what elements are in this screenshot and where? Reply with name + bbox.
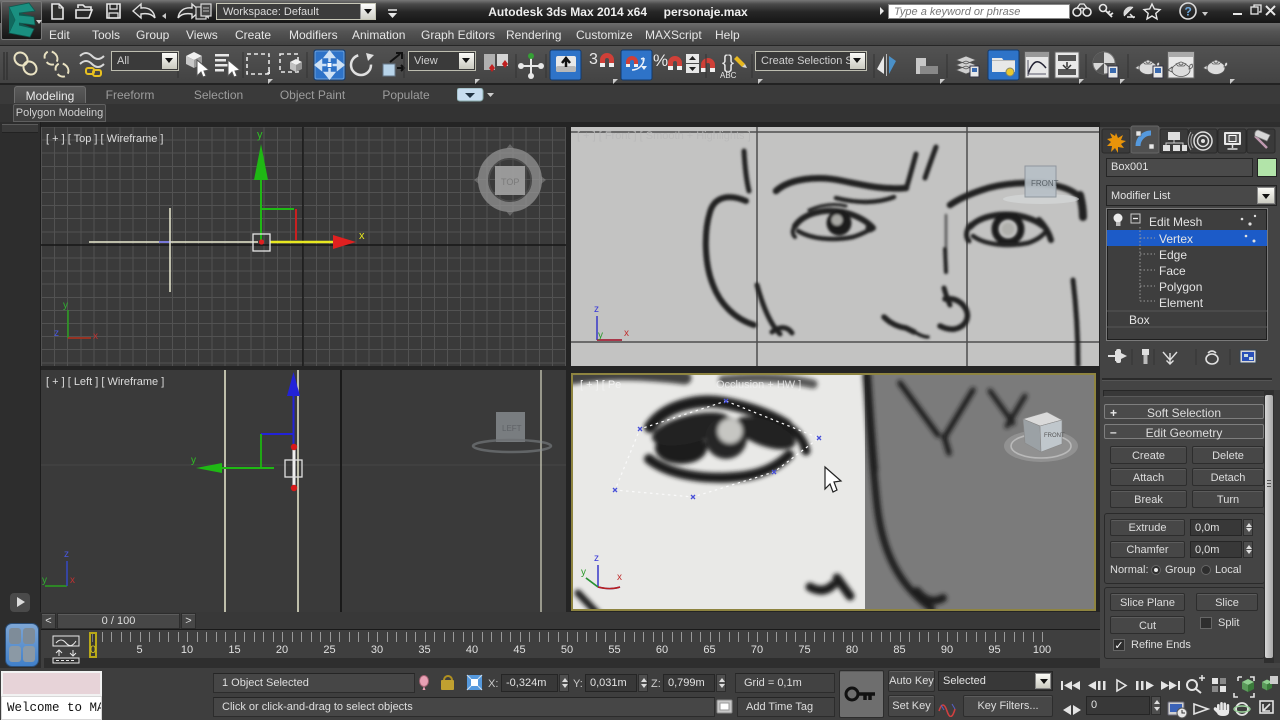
svg-text:x: x xyxy=(617,572,622,583)
svg-text:z: z xyxy=(594,304,599,315)
svg-text:ABC: ABC xyxy=(720,71,737,80)
svg-text:[ + ] [ Front ] [ Smooth + Hig: [ + ] [ Front ] [ Smooth + Highlights ] xyxy=(577,130,751,142)
svg-text:x: x xyxy=(70,575,75,586)
svg-text:Element: Element xyxy=(1159,296,1204,310)
svg-text:y: y xyxy=(581,567,586,578)
svg-text:FRONT: FRONT xyxy=(1031,179,1059,188)
svg-text:y: y xyxy=(63,300,68,311)
svg-text:y: y xyxy=(257,129,263,141)
svg-text:Box: Box xyxy=(1129,313,1150,327)
svg-text:LEFT: LEFT xyxy=(502,424,522,433)
svg-text:y: y xyxy=(42,575,47,586)
svg-text:[ + ] [ Top ] [ Wireframe ]: [ + ] [ Top ] [ Wireframe ] xyxy=(46,133,163,145)
svg-text:Edit Mesh: Edit Mesh xyxy=(1149,215,1202,229)
svg-text:%: % xyxy=(653,51,668,70)
svg-text:z: z xyxy=(54,328,59,339)
svg-text:x: x xyxy=(359,230,365,242)
svg-text:Polygon: Polygon xyxy=(1159,280,1202,294)
svg-text:x: x xyxy=(624,328,629,339)
svg-text:y: y xyxy=(191,455,196,466)
svg-text:Vertex: Vertex xyxy=(1159,232,1193,246)
svg-text:3: 3 xyxy=(589,51,598,68)
svg-text:[ + ] [ Left ] [ Wireframe ]: [ + ] [ Left ] [ Wireframe ] xyxy=(46,376,164,388)
svg-text:Occlusion + HW ]: Occlusion + HW ] xyxy=(716,379,801,391)
svg-text:[ + ] [ Pe: [ + ] [ Pe xyxy=(580,379,621,391)
svg-text:TOP: TOP xyxy=(501,177,519,187)
svg-text:FRONT: FRONT xyxy=(1044,433,1065,439)
svg-text:y: y xyxy=(598,330,603,341)
svg-text:Edge: Edge xyxy=(1159,248,1187,262)
svg-text:z: z xyxy=(594,553,599,564)
svg-text:{}: {} xyxy=(722,52,734,72)
svg-text:z: z xyxy=(64,549,69,560)
svg-text:Face: Face xyxy=(1159,264,1186,278)
svg-text:x: x xyxy=(93,331,98,342)
svg-text:?: ? xyxy=(1185,5,1192,19)
